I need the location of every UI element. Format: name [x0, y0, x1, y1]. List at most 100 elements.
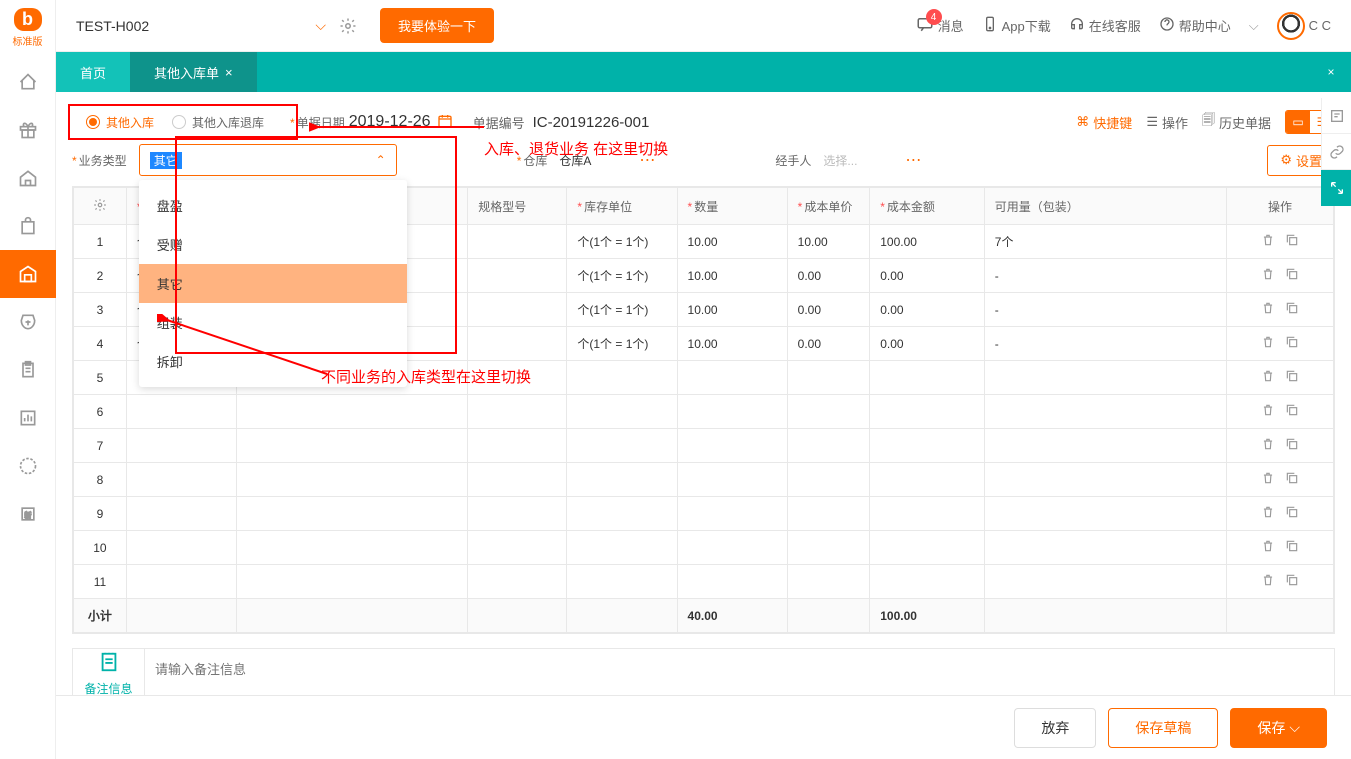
cell-qty[interactable] [677, 497, 787, 531]
cell-warehouse[interactable] [126, 531, 236, 565]
tab-other-inbound[interactable]: 其他入库单 × [130, 52, 257, 92]
app-download-link[interactable]: App下载 [982, 16, 1051, 35]
cell-unit[interactable]: 个(1个 = 1个) [567, 327, 677, 361]
cell-price[interactable] [787, 429, 870, 463]
cell-amount[interactable]: 0.00 [870, 327, 985, 361]
cell-amount[interactable] [870, 463, 985, 497]
nav-clipboard[interactable] [0, 346, 56, 394]
handler-select[interactable]: 选择... [823, 152, 857, 169]
cell-spec[interactable] [468, 531, 567, 565]
cell-warehouse[interactable] [126, 463, 236, 497]
dropdown-item-panyinghb[interactable]: 盘盈 [139, 186, 407, 225]
delete-row-icon[interactable] [1261, 335, 1275, 352]
cell-product[interactable] [236, 531, 467, 565]
tool-expand[interactable] [1321, 170, 1351, 206]
cell-product[interactable] [236, 565, 467, 599]
save-draft-button[interactable]: 保存草稿 [1108, 708, 1218, 748]
cell-unit[interactable] [567, 429, 677, 463]
cell-price[interactable] [787, 497, 870, 531]
cell-qty[interactable]: 10.00 [677, 293, 787, 327]
cell-spec[interactable] [468, 463, 567, 497]
online-service-link[interactable]: 在线客服 [1069, 16, 1141, 35]
delete-row-icon[interactable] [1261, 573, 1275, 590]
history-link[interactable]: 🗐历史单据 [1202, 111, 1271, 133]
cell-unit[interactable]: 个(1个 = 1个) [567, 293, 677, 327]
warehouse-more-icon[interactable]: ⋯ [639, 150, 655, 170]
nav-house[interactable] [0, 154, 56, 202]
cell-unit[interactable] [567, 463, 677, 497]
copy-row-icon[interactable] [1285, 403, 1299, 420]
cell-amount[interactable] [870, 497, 985, 531]
cell-unit[interactable]: 个(1个 = 1个) [567, 259, 677, 293]
view-compact[interactable]: ▭ [1286, 111, 1310, 133]
settings-icon[interactable] [336, 14, 360, 38]
cell-warehouse[interactable] [126, 429, 236, 463]
table-row[interactable]: 7 [74, 429, 1334, 463]
discard-button[interactable]: 放弃 [1014, 708, 1096, 748]
cell-amount[interactable] [870, 361, 985, 395]
cell-amount[interactable] [870, 429, 985, 463]
cell-price[interactable] [787, 463, 870, 497]
nav-new[interactable]: 新 [0, 490, 56, 538]
cell-warehouse[interactable] [126, 395, 236, 429]
cell-spec[interactable] [468, 225, 567, 259]
cell-spec[interactable] [468, 259, 567, 293]
delete-row-icon[interactable] [1261, 267, 1275, 284]
copy-row-icon[interactable] [1285, 437, 1299, 454]
cell-warehouse[interactable] [126, 565, 236, 599]
radio-other-return[interactable]: 其他入库退库 [172, 114, 264, 131]
cell-price[interactable]: 0.00 [787, 259, 870, 293]
radio-other-inbound[interactable]: 其他入库 [86, 114, 154, 131]
cell-qty[interactable] [677, 565, 787, 599]
close-all-icon[interactable]: × [1311, 52, 1351, 92]
dropdown-item-qita[interactable]: 其它 [139, 264, 407, 303]
cell-qty[interactable] [677, 463, 787, 497]
cell-unit[interactable] [567, 497, 677, 531]
table-row[interactable]: 8 [74, 463, 1334, 497]
cell-unit[interactable] [567, 395, 677, 429]
copy-row-icon[interactable] [1285, 471, 1299, 488]
nav-gift[interactable] [0, 106, 56, 154]
cell-unit[interactable] [567, 531, 677, 565]
delete-row-icon[interactable] [1261, 539, 1275, 556]
tab-home[interactable]: 首页 [56, 52, 130, 92]
cell-qty[interactable] [677, 429, 787, 463]
cell-unit[interactable]: 个(1个 = 1个) [567, 225, 677, 259]
cell-spec[interactable] [468, 395, 567, 429]
copy-row-icon[interactable] [1285, 335, 1299, 352]
cell-product[interactable] [236, 463, 467, 497]
delete-row-icon[interactable] [1261, 403, 1275, 420]
delete-row-icon[interactable] [1261, 301, 1275, 318]
cell-spec[interactable] [468, 327, 567, 361]
cell-amount[interactable]: 100.00 [870, 225, 985, 259]
delete-row-icon[interactable] [1261, 369, 1275, 386]
user-menu[interactable]: C C [1277, 12, 1331, 40]
copy-row-icon[interactable] [1285, 267, 1299, 284]
trial-button[interactable]: 我要体验一下 [380, 8, 494, 43]
table-row[interactable]: 9 [74, 497, 1334, 531]
shortcut-link[interactable]: ⌘快捷键 [1076, 113, 1132, 132]
nav-home[interactable] [0, 58, 56, 106]
delete-row-icon[interactable] [1261, 233, 1275, 250]
tool-link[interactable] [1321, 134, 1351, 170]
cell-product[interactable] [236, 429, 467, 463]
table-row[interactable]: 6 [74, 395, 1334, 429]
cell-amount[interactable] [870, 395, 985, 429]
cell-spec[interactable] [468, 429, 567, 463]
delete-row-icon[interactable] [1261, 437, 1275, 454]
table-row[interactable]: 11 [74, 565, 1334, 599]
cell-unit[interactable] [567, 565, 677, 599]
delete-row-icon[interactable] [1261, 505, 1275, 522]
cell-qty[interactable]: 10.00 [677, 327, 787, 361]
help-center-link[interactable]: 帮助中心 [1159, 16, 1231, 35]
ops-link[interactable]: ☰操作 [1146, 113, 1188, 132]
copy-row-icon[interactable] [1285, 301, 1299, 318]
cell-price[interactable]: 0.00 [787, 327, 870, 361]
cell-price[interactable] [787, 361, 870, 395]
cell-amount[interactable]: 0.00 [870, 293, 985, 327]
col-gear[interactable] [74, 188, 127, 225]
cell-price[interactable] [787, 565, 870, 599]
cell-qty[interactable]: 10.00 [677, 225, 787, 259]
nav-warehouse[interactable] [0, 250, 56, 298]
nav-bag[interactable] [0, 202, 56, 250]
